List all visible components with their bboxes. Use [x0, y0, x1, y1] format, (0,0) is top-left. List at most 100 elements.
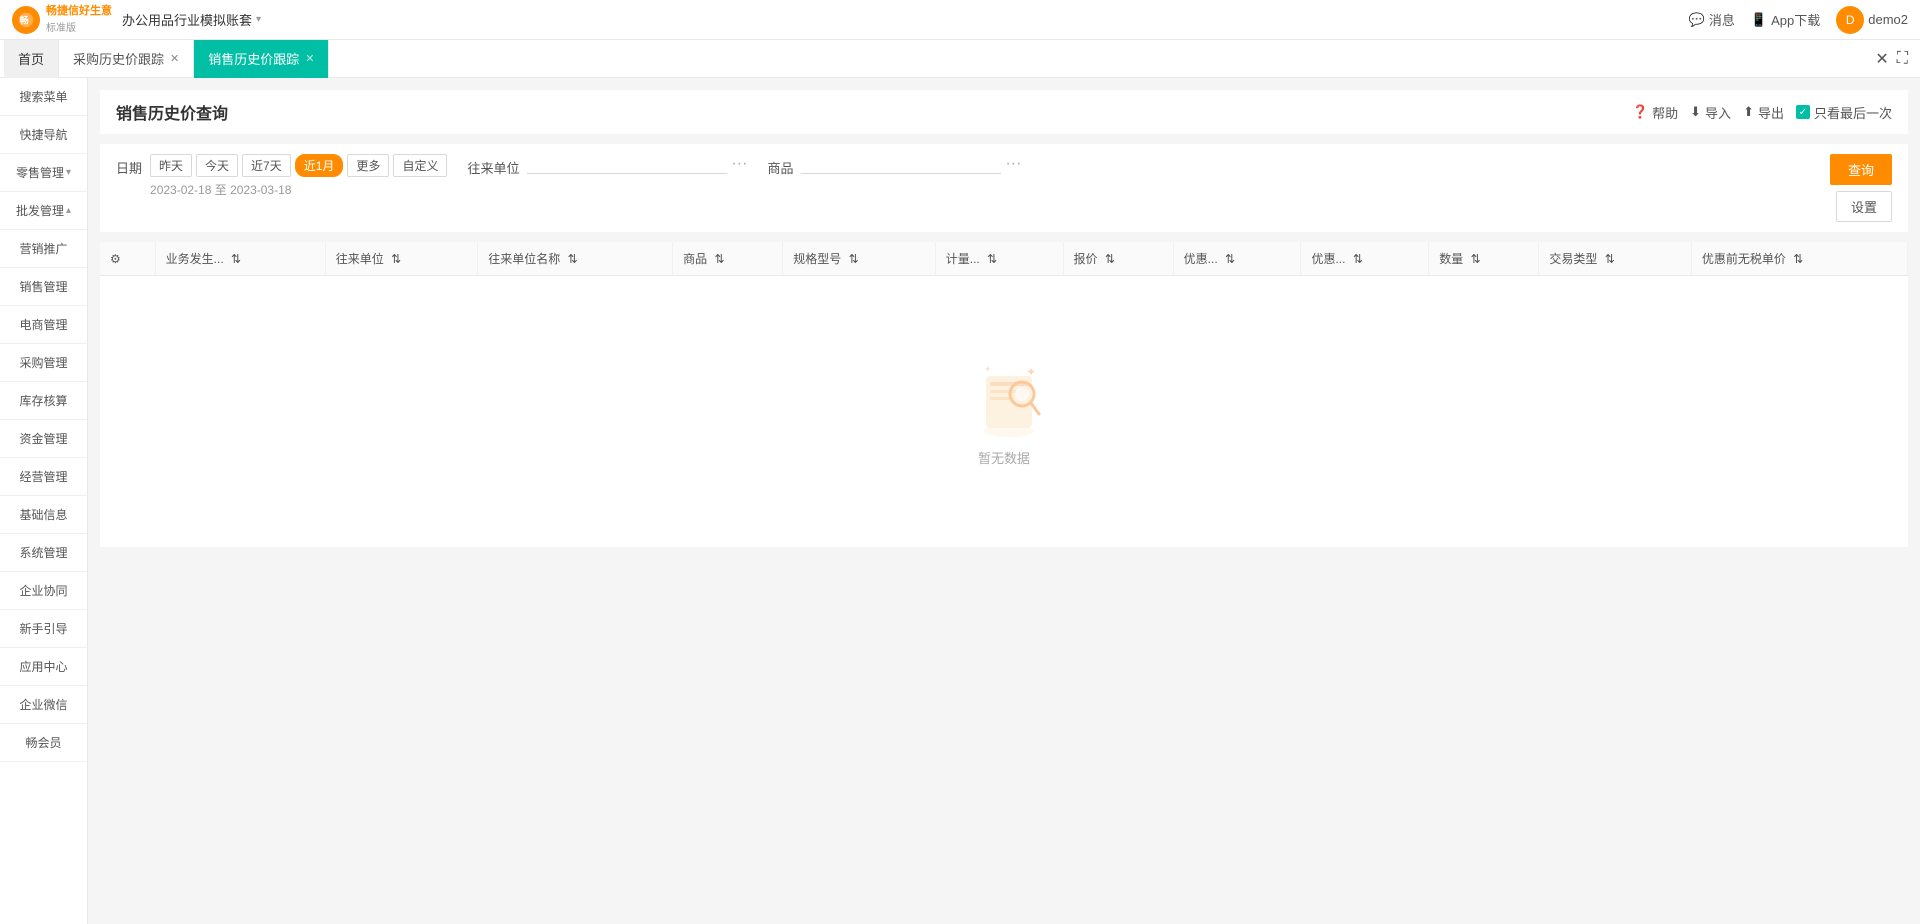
company-name: 办公用品行业模拟账套 — [122, 10, 252, 29]
empty-icon: ✦ ✦ — [964, 356, 1044, 436]
sidebar-item-app-center[interactable]: 应用中心 — [0, 648, 87, 686]
sidebar-item-system[interactable]: 系统管理 — [0, 534, 87, 572]
sidebar-item-sales-mgmt[interactable]: 销售管理 — [0, 268, 87, 306]
only-last-label: 只看最后一次 — [1814, 103, 1892, 122]
tab-purchase-history[interactable]: 采购历史价跟踪 ✕ — [59, 40, 194, 78]
partner-field: ··· — [527, 154, 747, 174]
sort-icon[interactable]: ⇅ — [231, 252, 241, 266]
empty-text: 暂无数据 — [978, 448, 1030, 467]
chevron-down-icon: ▾ — [66, 167, 71, 178]
partner-picker-icon[interactable]: ··· — [731, 155, 747, 173]
tab-purchase-close[interactable]: ✕ — [170, 52, 179, 65]
goods-picker-icon[interactable]: ··· — [1005, 155, 1021, 173]
sidebar-item-enterprise-collab[interactable]: 企业协同 — [0, 572, 87, 610]
import-btn[interactable]: ⬇ 导入 — [1690, 103, 1731, 122]
sidebar-label-retail-mgmt: 零售管理 — [16, 164, 64, 181]
sidebar-item-basic-info[interactable]: 基础信息 — [0, 496, 87, 534]
only-last-checkbox[interactable]: ✓ 只看最后一次 — [1796, 103, 1892, 122]
help-label: 帮助 — [1652, 103, 1678, 122]
sort-icon[interactable]: ⇅ — [1605, 252, 1615, 266]
sidebar-item-wechat[interactable]: 企业微信 — [0, 686, 87, 724]
sidebar-item-ecommerce[interactable]: 电商管理 — [0, 306, 87, 344]
tab-bar-actions: ✕ ⛶ — [1867, 49, 1916, 69]
sidebar-label-operations: 经营管理 — [19, 470, 67, 484]
partner-filter-label: 往来单位 — [467, 154, 519, 177]
sidebar-item-operations[interactable]: 经营管理 — [0, 458, 87, 496]
logo-text: 畅捷信好生意 — [46, 5, 112, 18]
col-spec: 规格型号 ⇅ — [783, 242, 935, 276]
sort-icon[interactable]: ⇅ — [1471, 252, 1481, 266]
col-biz-date: 业务发生... ⇅ — [155, 242, 325, 276]
query-button[interactable]: 查询 — [1830, 154, 1892, 185]
app-download-btn[interactable]: 📱 App下载 — [1751, 10, 1820, 29]
avatar: D — [1836, 6, 1864, 34]
sidebar-item-search-menu[interactable]: 搜索菜单 — [0, 78, 87, 116]
tab-sales-history[interactable]: 销售历史价跟踪 ✕ — [194, 40, 329, 78]
sidebar-item-inventory[interactable]: 库存核算 — [0, 382, 87, 420]
tab-sales-close[interactable]: ✕ — [305, 52, 314, 65]
tab-home-label: 首页 — [18, 49, 44, 68]
sidebar-item-marketing[interactable]: 营销推广 — [0, 230, 87, 268]
col-trade-type: 交易类型 ⇅ — [1539, 242, 1691, 276]
tab-expand-icon[interactable]: ⛶ — [1897, 50, 1908, 68]
logo-area: 畅 畅捷信好生意 标准版 — [12, 5, 112, 33]
main-layout: 搜索菜单 快捷导航 零售管理 ▾ 批发管理 ▴ 营销推广 销售管理 电商管理 采… — [0, 78, 1920, 924]
date-btn-more[interactable]: 更多 — [347, 154, 389, 177]
sort-icon[interactable]: ⇅ — [1793, 252, 1803, 266]
phone-icon: 📱 — [1751, 12, 1767, 28]
date-btn-yesterday[interactable]: 昨天 — [150, 154, 192, 177]
export-btn[interactable]: ⬆ 导出 — [1743, 103, 1784, 122]
company-selector[interactable]: 办公用品行业模拟账套 ▾ — [122, 10, 1679, 29]
tab-close-all-icon[interactable]: ✕ — [1875, 49, 1888, 69]
settings-button[interactable]: 设置 — [1836, 191, 1892, 222]
date-btn-custom[interactable]: 自定义 — [393, 154, 447, 177]
message-label: 消息 — [1709, 10, 1735, 29]
col-goods: 商品 ⇅ — [673, 242, 783, 276]
page-actions: ❓ 帮助 ⬇ 导入 ⬆ 导出 ✓ 只看最后一次 — [1632, 103, 1892, 122]
sort-icon[interactable]: ⇅ — [987, 252, 997, 266]
tab-home[interactable]: 首页 — [4, 40, 59, 78]
col-settings[interactable]: ⚙ — [100, 242, 155, 276]
sidebar-label-enterprise-collab: 企业协同 — [19, 584, 67, 598]
sidebar-item-beginner[interactable]: 新手引导 — [0, 610, 87, 648]
col-unit: 计量... ⇅ — [935, 242, 1063, 276]
checkbox-icon: ✓ — [1796, 105, 1810, 119]
goods-input[interactable] — [801, 154, 1001, 174]
partner-filter-group: 往来单位 ··· — [467, 154, 747, 177]
sidebar-item-quick-nav[interactable]: 快捷导航 — [0, 116, 87, 154]
content-area: 销售历史价查询 ❓ 帮助 ⬇ 导入 ⬆ 导出 ✓ 只看最后一次 — [88, 78, 1920, 924]
col-partner-name: 往来单位名称 ⇅ — [478, 242, 673, 276]
sidebar-item-finance[interactable]: 资金管理 — [0, 420, 87, 458]
sort-icon[interactable]: ⇅ — [391, 252, 401, 266]
sort-icon[interactable]: ⇅ — [1105, 252, 1115, 266]
sort-icon[interactable]: ⇅ — [568, 252, 578, 266]
date-btn-1month[interactable]: 近1月 — [295, 154, 344, 177]
date-btn-today[interactable]: 今天 — [196, 154, 238, 177]
sort-icon[interactable]: ⇅ — [849, 252, 859, 266]
date-filter-label: 日期 — [116, 154, 142, 177]
username: demo2 — [1868, 12, 1908, 27]
message-btn[interactable]: 💬 消息 — [1689, 10, 1735, 29]
page-title: 销售历史价查询 — [116, 100, 228, 124]
partner-input[interactable] — [527, 154, 727, 174]
sidebar-label-beginner: 新手引导 — [19, 622, 67, 636]
sidebar-item-member[interactable]: 畅会员 — [0, 724, 87, 762]
sidebar-item-retail-mgmt[interactable]: 零售管理 ▾ — [0, 154, 87, 192]
col-pretax-price: 优惠前无税单价 ⇅ — [1691, 242, 1907, 276]
user-menu[interactable]: D demo2 — [1836, 6, 1908, 34]
help-btn[interactable]: ❓ 帮助 — [1632, 103, 1678, 122]
svg-text:✦: ✦ — [1026, 365, 1036, 379]
table-container: ⚙ 业务发生... ⇅ 往来单位 ⇅ 往来单位名称 ⇅ — [100, 242, 1908, 547]
date-btn-7days[interactable]: 近7天 — [242, 154, 291, 177]
sort-icon[interactable]: ⇅ — [714, 252, 724, 266]
sort-icon[interactable]: ⇅ — [1353, 252, 1363, 266]
chevron-down-icon: ▾ — [256, 14, 261, 25]
page-header: 销售历史价查询 ❓ 帮助 ⬇ 导入 ⬆ 导出 ✓ 只看最后一次 — [100, 90, 1908, 134]
sidebar-item-wholesale-mgmt[interactable]: 批发管理 ▴ — [0, 192, 87, 230]
logo-sub: 标准版 — [46, 19, 112, 34]
top-bar: 畅 畅捷信好生意 标准版 办公用品行业模拟账套 ▾ 💬 消息 📱 App下载 D… — [0, 0, 1920, 40]
col-partner-code: 往来单位 ⇅ — [325, 242, 477, 276]
gear-icon[interactable]: ⚙ — [110, 252, 121, 266]
sidebar-item-purchase[interactable]: 采购管理 — [0, 344, 87, 382]
sort-icon[interactable]: ⇅ — [1225, 252, 1235, 266]
